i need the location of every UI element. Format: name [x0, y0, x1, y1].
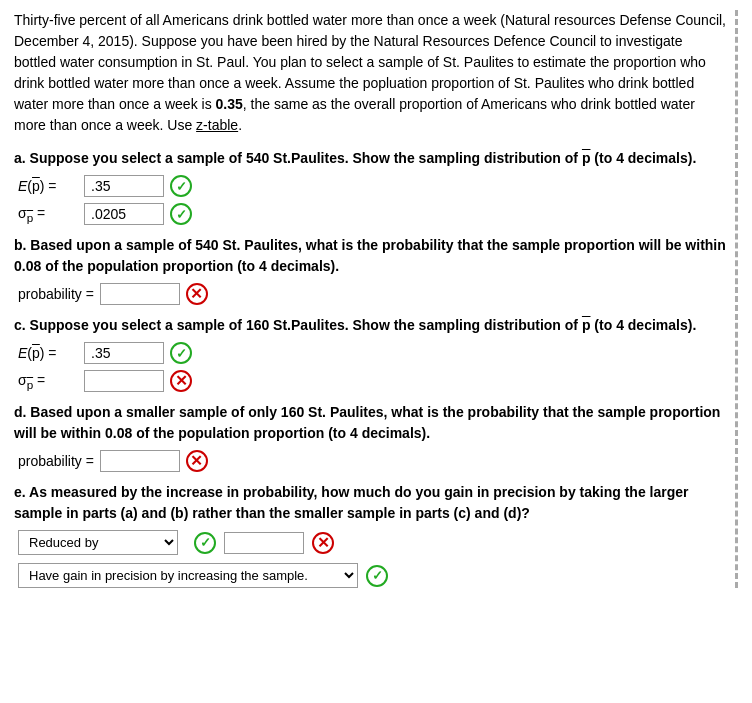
section-e-cross-icon[interactable]: ✕: [312, 532, 334, 554]
right-border: [735, 10, 738, 588]
section-a-e-check-icon: ✓: [170, 175, 192, 197]
section-c-cross-icon[interactable]: ✕: [170, 370, 192, 392]
section-b-prob-label: probability =: [18, 286, 94, 302]
section-c-sigma-input[interactable]: [84, 370, 164, 392]
section-c-sigma-label: σp =: [18, 372, 78, 391]
section-a-e-label: E(p) =: [18, 178, 78, 194]
section-a-sigma-check-icon: ✓: [170, 203, 192, 225]
section-b-label: b. Based upon a sample of 540 St. Paulit…: [14, 235, 728, 277]
section-e-dropdown-row: Reduced by Increased by No change ✓ ✕: [18, 530, 728, 555]
section-e-gain-check-icon: ✓: [366, 565, 388, 587]
section-d-prob-row: probability = ✕: [18, 450, 728, 472]
section-a-sigma-input[interactable]: [84, 203, 164, 225]
section-b-prob-input[interactable]: [100, 283, 180, 305]
section-c-e-check-icon: ✓: [170, 342, 192, 364]
reduced-by-dropdown[interactable]: Reduced by Increased by No change: [18, 530, 178, 555]
z-table-link[interactable]: z-table: [196, 117, 238, 133]
section-b-cross-icon[interactable]: ✕: [186, 283, 208, 305]
section-c-e-row: E(p) = ✓: [18, 342, 728, 364]
gain-precision-dropdown[interactable]: Have gain in precision by increasing the…: [18, 563, 358, 588]
section-d-prob-input[interactable]: [100, 450, 180, 472]
section-a-sigma-row: σp = ✓: [18, 203, 728, 225]
section-c-e-input[interactable]: [84, 342, 164, 364]
section-a-e-row: E(p) = ✓: [18, 175, 728, 197]
section-e-amount-input[interactable]: [224, 532, 304, 554]
section-d-prob-label: probability =: [18, 453, 94, 469]
section-a-e-input[interactable]: [84, 175, 164, 197]
intro-paragraph: Thirty-five percent of all Americans dri…: [14, 10, 728, 136]
section-c-label: c. Suppose you select a sample of 160 St…: [14, 315, 728, 336]
section-e-check-icon: ✓: [194, 532, 216, 554]
section-c-sigma-row: σp = ✕: [18, 370, 728, 392]
section-b-prob-row: probability = ✕: [18, 283, 728, 305]
section-d-cross-icon[interactable]: ✕: [186, 450, 208, 472]
section-e-gain-row: Have gain in precision by increasing the…: [18, 563, 728, 588]
section-d-label: d. Based upon a smaller sample of only 1…: [14, 402, 728, 444]
section-e-label: e. As measured by the increase in probab…: [14, 482, 728, 524]
section-a-label: a. Suppose you select a sample of 540 St…: [14, 148, 728, 169]
section-c-e-label: E(p) =: [18, 345, 78, 361]
section-a-sigma-label: σp =: [18, 205, 78, 224]
